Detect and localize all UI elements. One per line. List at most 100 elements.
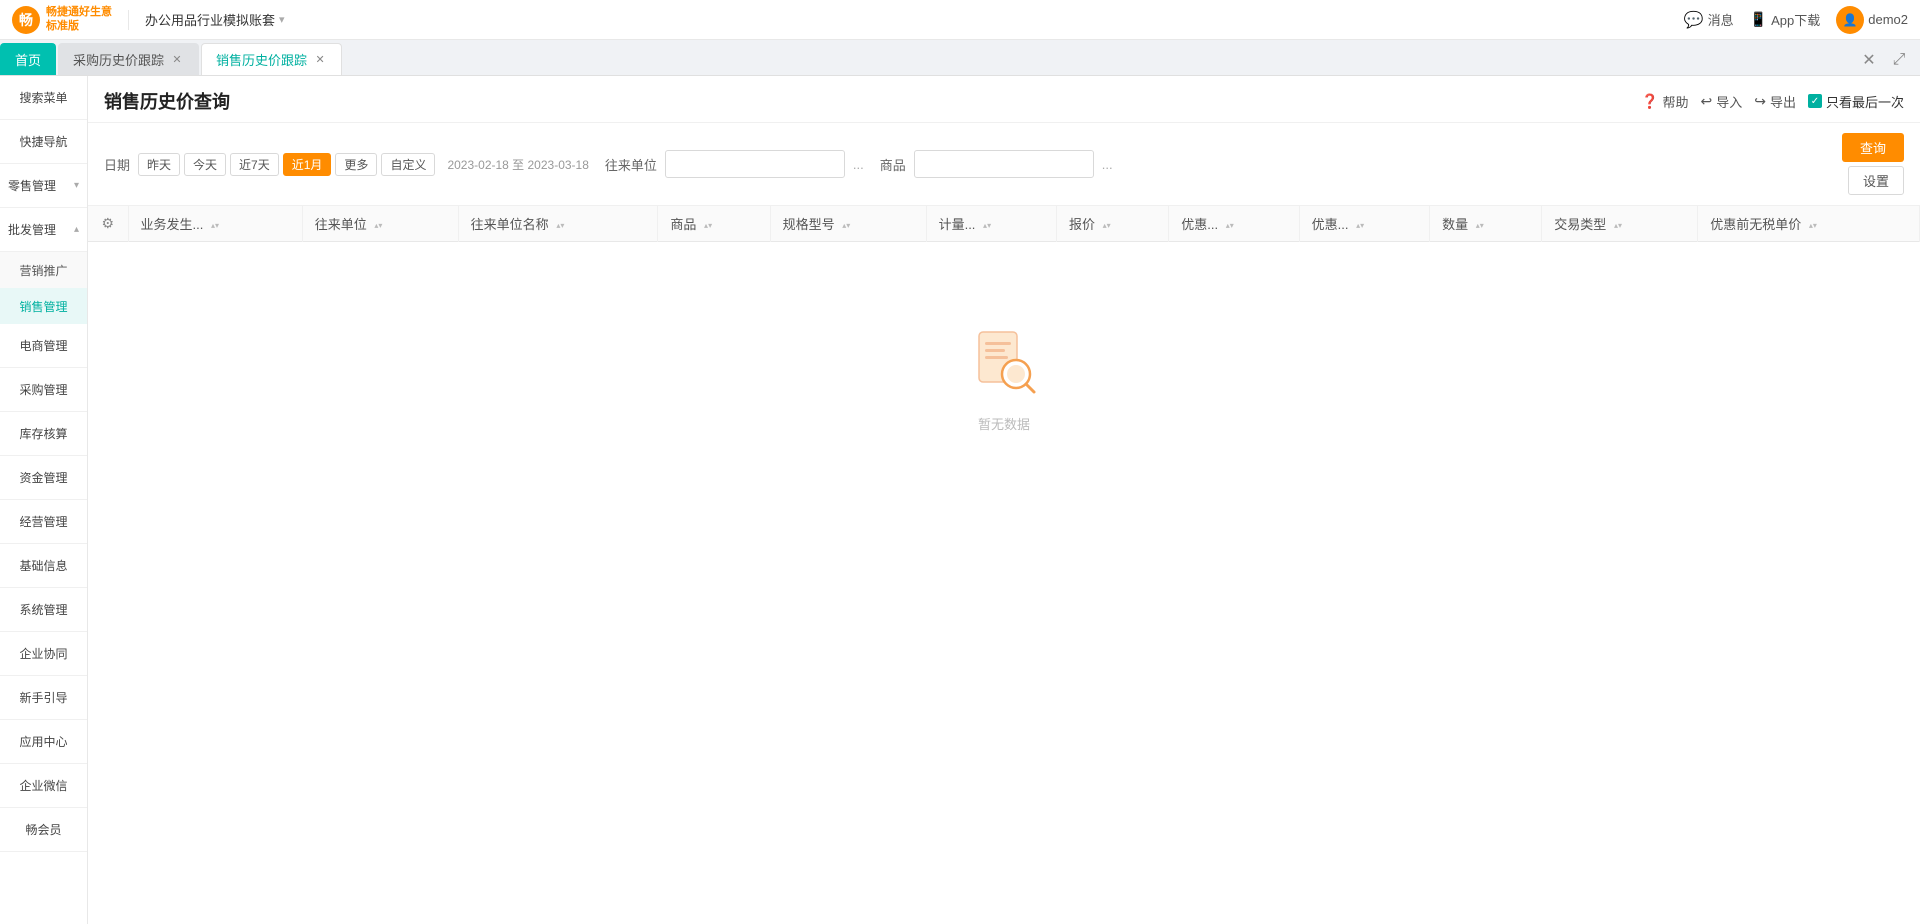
message-icon: 💬: [1684, 10, 1704, 30]
filter-actions: 查询 设置: [1842, 133, 1904, 195]
sidebar-item-retail-mgmt[interactable]: 零售管理 ▾: [0, 164, 87, 208]
date-btn-today[interactable]: 今天: [184, 153, 226, 176]
date-btn-more[interactable]: 更多: [335, 153, 377, 176]
sort-icon: ▴▾: [556, 221, 564, 230]
sort-icon: ▴▾: [1476, 221, 1484, 230]
th-discount1[interactable]: 优惠... ▴▾: [1169, 206, 1299, 242]
sidebar-item-enterprise-collab[interactable]: 企业协同: [0, 632, 87, 676]
sidebar-item-purchase-mgmt[interactable]: 采购管理: [0, 368, 87, 412]
sidebar-item-member[interactable]: 畅会员: [0, 808, 87, 852]
query-button[interactable]: 查询: [1842, 133, 1904, 162]
header-right: 💬 消息 📱 App下载 👤 demo2: [1684, 6, 1908, 34]
logo-area: 畅 畅捷通好生意 标准版: [12, 6, 112, 34]
import-link[interactable]: ↩ 导入: [1700, 92, 1742, 111]
date-btn-custom[interactable]: 自定义: [381, 153, 435, 176]
help-link[interactable]: ❓ 帮助: [1641, 92, 1688, 111]
sidebar-item-system-mgmt[interactable]: 系统管理: [0, 588, 87, 632]
settings-button[interactable]: 设置: [1848, 166, 1904, 195]
sidebar-item-enterprise-wechat[interactable]: 企业微信: [0, 764, 87, 808]
top-header: 畅 畅捷通好生意 标准版 办公用品行业模拟账套 ▾ 💬 消息 📱 App下载 👤…: [0, 0, 1920, 40]
gear-icon[interactable]: ⚙: [101, 215, 114, 231]
date-filter-group: 日期 昨天 今天 近7天 近1月 更多 自定义 2023-02-18 至 202…: [104, 153, 589, 176]
workspace-selector[interactable]: 办公用品行业模拟账套 ▾: [145, 10, 285, 29]
sidebar-item-finance-mgmt[interactable]: 资金管理: [0, 456, 87, 500]
avatar: 👤: [1836, 6, 1864, 34]
partner-filter-label: 往来单位: [605, 155, 657, 174]
logo-icon: 畅: [12, 6, 40, 34]
tab-bar-actions: ✕ ⤢: [1848, 49, 1920, 75]
sidebar-item-inventory[interactable]: 库存核算: [0, 412, 87, 456]
partner-input[interactable]: [665, 150, 845, 178]
product-input[interactable]: [914, 150, 1094, 178]
sidebar-item-ecommerce-mgmt[interactable]: 电商管理: [0, 324, 87, 368]
sidebar-item-wholesale-mgmt[interactable]: 批发管理 ▴: [0, 208, 87, 252]
sidebar-item-operations-mgmt[interactable]: 经营管理: [0, 500, 87, 544]
sort-icon: ▴▾: [211, 221, 219, 230]
page-header-actions: ❓ 帮助 ↩ 导入 ↪ 导出 ✓ 只看最后一次: [1641, 92, 1904, 111]
sort-icon: ▴▾: [1614, 221, 1622, 230]
close-purchase-tab-icon[interactable]: ✕: [170, 53, 184, 67]
header-left: 畅 畅捷通好生意 标准版 办公用品行业模拟账套 ▾: [12, 6, 285, 34]
sidebar-item-app-center[interactable]: 应用中心: [0, 720, 87, 764]
product-ellipsis[interactable]: ...: [1102, 157, 1113, 172]
sort-icon: ▴▾: [983, 221, 991, 230]
th-product[interactable]: 商品 ▴▾: [658, 206, 770, 242]
date-range-text: 2023-02-18 至 2023-03-18: [447, 156, 588, 173]
page-header: 销售历史价查询 ❓ 帮助 ↩ 导入 ↪ 导出 ✓ 只看最后一次: [88, 76, 1920, 123]
close-sales-tab-icon[interactable]: ✕: [313, 53, 327, 67]
sidebar-item-marketing[interactable]: 营销推广: [0, 252, 87, 288]
sort-icon: ▴▾: [1356, 221, 1364, 230]
th-trade-type[interactable]: 交易类型 ▴▾: [1542, 206, 1698, 242]
table-header-row: ⚙ 业务发生... ▴▾ 往来单位 ▴▾ 往来单位名称 ▴▾: [88, 206, 1920, 242]
th-partner-name[interactable]: 往来单位名称 ▴▾: [458, 206, 658, 242]
content-area: 销售历史价查询 ❓ 帮助 ↩ 导入 ↪ 导出 ✓ 只看最后一次: [88, 76, 1920, 924]
download-icon: 📱: [1750, 11, 1767, 28]
th-quoted-price[interactable]: 报价 ▴▾: [1057, 206, 1169, 242]
partner-filter-group: 往来单位 ...: [605, 150, 864, 178]
chevron-down-icon: ▾: [74, 180, 79, 191]
tab-bar: 首页 采购历史价跟踪 ✕ 销售历史价跟踪 ✕ ✕ ⤢: [0, 40, 1920, 76]
sidebar-item-basic-info[interactable]: 基础信息: [0, 544, 87, 588]
chevron-up-icon: ▴: [74, 224, 79, 235]
empty-state-icon: [964, 322, 1044, 402]
export-link[interactable]: ↪ 导出: [1754, 92, 1796, 111]
help-icon: ❓: [1641, 93, 1658, 110]
sidebar-item-search-menu[interactable]: 搜索菜单: [0, 76, 87, 120]
th-partner-code[interactable]: 往来单位 ▴▾: [302, 206, 458, 242]
data-table: ⚙ 业务发生... ▴▾ 往来单位 ▴▾ 往来单位名称 ▴▾: [88, 206, 1920, 242]
header-divider: [128, 10, 129, 30]
th-settings: ⚙: [88, 206, 128, 242]
product-filter-label: 商品: [880, 155, 906, 174]
date-buttons: 昨天 今天 近7天 近1月 更多 自定义: [138, 153, 435, 176]
sort-icon: ▴▾: [1809, 221, 1817, 230]
tab-purchase-history[interactable]: 采购历史价跟踪 ✕: [58, 43, 199, 75]
product-filter-group: 商品 ...: [880, 150, 1113, 178]
only-last-checkbox[interactable]: ✓ 只看最后一次: [1808, 92, 1904, 111]
th-discount2[interactable]: 优惠... ▴▾: [1299, 206, 1429, 242]
sidebar-item-sales-mgmt[interactable]: 销售管理: [0, 288, 87, 324]
tab-sales-history[interactable]: 销售历史价跟踪 ✕: [201, 43, 342, 75]
sort-icon: ▴▾: [842, 221, 850, 230]
th-unit[interactable]: 计量... ▴▾: [926, 206, 1056, 242]
date-btn-last1m[interactable]: 近1月: [283, 153, 332, 176]
th-pretax-price[interactable]: 优惠前无税单价 ▴▾: [1698, 206, 1920, 242]
th-quantity[interactable]: 数量 ▴▾: [1430, 206, 1542, 242]
user-area[interactable]: 👤 demo2: [1836, 6, 1908, 34]
message-action[interactable]: 💬 消息: [1684, 10, 1734, 30]
checkbox-icon: ✓: [1808, 94, 1822, 108]
empty-state: 暂无数据: [88, 242, 1920, 513]
sidebar-item-quick-nav[interactable]: 快捷导航: [0, 120, 87, 164]
sidebar-item-new-guide[interactable]: 新手引导: [0, 676, 87, 720]
th-biz-date[interactable]: 业务发生... ▴▾: [128, 206, 302, 242]
app-download-action[interactable]: 📱 App下载: [1750, 10, 1821, 29]
tab-home[interactable]: 首页: [0, 43, 56, 75]
main-layout: 搜索菜单 快捷导航 零售管理 ▾ 批发管理 ▴ 营销推广 销售管理 电商管理 采…: [0, 76, 1920, 924]
th-spec[interactable]: 规格型号 ▴▾: [770, 206, 926, 242]
date-btn-last7[interactable]: 近7天: [230, 153, 279, 176]
sort-icon: ▴▾: [374, 221, 382, 230]
close-window-button[interactable]: ✕: [1858, 49, 1880, 71]
maximize-button[interactable]: ⤢: [1888, 49, 1910, 71]
date-btn-yesterday[interactable]: 昨天: [138, 153, 180, 176]
partner-ellipsis[interactable]: ...: [853, 157, 864, 172]
sort-icon: ▴▾: [1226, 221, 1234, 230]
